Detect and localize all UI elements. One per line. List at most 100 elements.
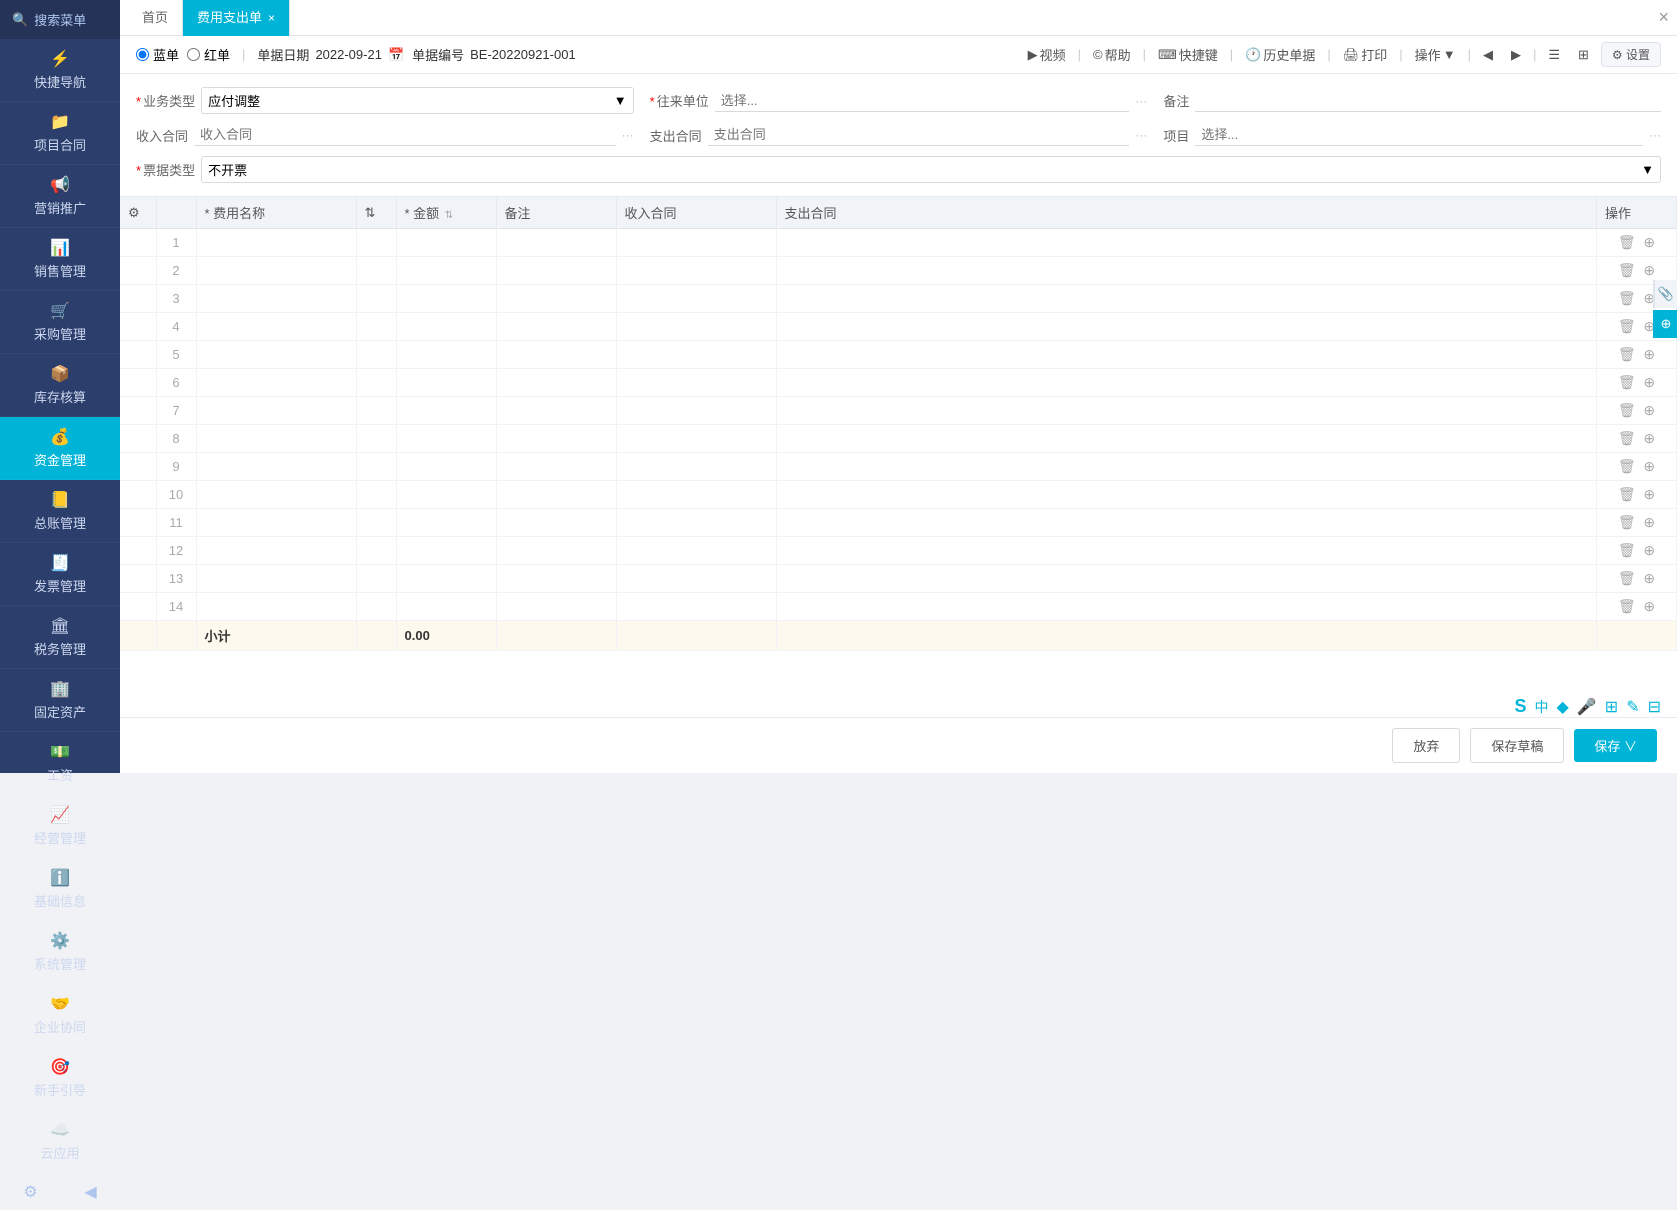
row-income-contract-cell[interactable] bbox=[616, 341, 776, 369]
sidebar-item-capital[interactable]: 💰 资金管理 bbox=[0, 417, 120, 480]
row-note-cell[interactable] bbox=[496, 257, 616, 285]
sidebar-item-salary[interactable]: 💵 工资 bbox=[0, 732, 120, 795]
video-btn[interactable]: ▶ 视频 bbox=[1022, 43, 1072, 66]
sidebar-item-quick-nav[interactable]: ⚡ 快捷导航 bbox=[0, 39, 120, 102]
row-expense-name-cell[interactable] bbox=[196, 509, 356, 537]
list-view-btn[interactable]: ☰ bbox=[1542, 45, 1566, 65]
next-btn[interactable]: ▶ bbox=[1505, 45, 1527, 65]
row-note-cell[interactable] bbox=[496, 369, 616, 397]
delete-icon[interactable]: 🗑 bbox=[1618, 262, 1636, 278]
sidebar-item-ops[interactable]: 📈 经营管理 bbox=[0, 795, 120, 858]
row-amount-cell[interactable] bbox=[396, 341, 496, 369]
delete-icon[interactable]: 🗑 bbox=[1618, 458, 1636, 474]
row-expense-name-cell[interactable] bbox=[196, 229, 356, 257]
date-value[interactable]: 2022-09-21 bbox=[315, 47, 382, 62]
delete-icon[interactable]: 🗑 bbox=[1618, 346, 1636, 362]
row-amount-cell[interactable] bbox=[396, 369, 496, 397]
copy-icon[interactable]: ⊕ bbox=[1643, 430, 1655, 446]
sidebar-item-sales[interactable]: 📊 销售管理 bbox=[0, 228, 120, 291]
row-income-contract-cell[interactable] bbox=[616, 229, 776, 257]
project-input[interactable] bbox=[1195, 124, 1643, 146]
number-value[interactable]: BE-20220921-001 bbox=[470, 47, 576, 62]
row-expense-name-cell[interactable] bbox=[196, 425, 356, 453]
counterpart-input[interactable] bbox=[715, 90, 1130, 112]
tab-expense[interactable]: 费用支出单 × bbox=[183, 0, 290, 36]
red-radio[interactable]: 红单 bbox=[187, 45, 230, 64]
copy-icon[interactable]: ⊕ bbox=[1643, 234, 1655, 250]
income-contract-input[interactable] bbox=[194, 124, 616, 146]
tab-home[interactable]: 首页 bbox=[128, 0, 183, 36]
copy-icon[interactable]: ⊕ bbox=[1643, 486, 1655, 502]
setting-btn[interactable]: ⚙ 设置 bbox=[1601, 42, 1661, 67]
row-note-cell[interactable] bbox=[496, 509, 616, 537]
row-income-contract-cell[interactable] bbox=[616, 285, 776, 313]
row-note-cell[interactable] bbox=[496, 285, 616, 313]
row-expense-contract-cell[interactable] bbox=[776, 313, 1597, 341]
row-income-contract-cell[interactable] bbox=[616, 537, 776, 565]
row-amount-cell[interactable] bbox=[396, 593, 496, 621]
edge-expand-icon[interactable]: ⊕ bbox=[1653, 310, 1677, 338]
sidebar-item-tax[interactable]: 🏛 税务管理 bbox=[0, 606, 120, 669]
delete-icon[interactable]: 🗑 bbox=[1618, 402, 1636, 418]
copy-icon[interactable]: ⊕ bbox=[1643, 402, 1655, 418]
row-expense-name-cell[interactable] bbox=[196, 565, 356, 593]
history-btn[interactable]: 🕐 历史单据 bbox=[1239, 43, 1321, 66]
row-expense-contract-cell[interactable] bbox=[776, 285, 1597, 313]
row-note-cell[interactable] bbox=[496, 341, 616, 369]
sidebar-item-purchase[interactable]: 🛒 采购管理 bbox=[0, 291, 120, 354]
copy-icon[interactable]: ⊕ bbox=[1643, 262, 1655, 278]
sidebar-item-base-info[interactable]: ℹ️ 基础信息 bbox=[0, 858, 120, 921]
row-note-cell[interactable] bbox=[496, 397, 616, 425]
row-note-cell[interactable] bbox=[496, 453, 616, 481]
row-income-contract-cell[interactable] bbox=[616, 509, 776, 537]
col-settings[interactable]: ⚙ bbox=[120, 197, 156, 229]
row-expense-name-cell[interactable] bbox=[196, 397, 356, 425]
tab-close-icon[interactable]: × bbox=[268, 0, 275, 36]
table-icon[interactable]: ⊞ bbox=[1605, 697, 1618, 717]
copy-icon[interactable]: ⊕ bbox=[1643, 346, 1655, 362]
row-note-cell[interactable] bbox=[496, 537, 616, 565]
row-amount-cell[interactable] bbox=[396, 397, 496, 425]
copy-icon[interactable]: ⊕ bbox=[1643, 570, 1655, 586]
row-income-contract-cell[interactable] bbox=[616, 313, 776, 341]
invoice-type-select[interactable]: 不开票 ▼ bbox=[201, 156, 1661, 183]
blue-radio[interactable]: 蓝单 bbox=[136, 45, 179, 64]
delete-icon[interactable]: 🗑 bbox=[1618, 486, 1636, 502]
collapse-icon[interactable]: ◀ bbox=[84, 1182, 96, 1202]
row-income-contract-cell[interactable] bbox=[616, 565, 776, 593]
row-amount-cell[interactable] bbox=[396, 257, 496, 285]
row-amount-cell[interactable] bbox=[396, 565, 496, 593]
row-income-contract-cell[interactable] bbox=[616, 481, 776, 509]
row-note-cell[interactable] bbox=[496, 229, 616, 257]
expense-contract-more-btn[interactable]: ··· bbox=[1135, 128, 1147, 142]
edge-attachment-icon[interactable]: 📎 bbox=[1653, 280, 1677, 308]
shortcut-btn[interactable]: ⌨ 快捷键 bbox=[1152, 43, 1224, 66]
delete-icon[interactable]: 🗑 bbox=[1618, 430, 1636, 446]
delete-icon[interactable]: 🗑 bbox=[1618, 290, 1636, 306]
settings-icon[interactable]: ⚙ bbox=[23, 1182, 37, 1202]
delete-icon[interactable]: 🗑 bbox=[1618, 374, 1636, 390]
copy-icon[interactable]: ⊕ bbox=[1643, 514, 1655, 530]
copy-icon[interactable]: ⊕ bbox=[1643, 542, 1655, 558]
copy-icon[interactable]: ⊕ bbox=[1643, 598, 1655, 614]
row-amount-cell[interactable] bbox=[396, 537, 496, 565]
diamond-icon[interactable]: ◆ bbox=[1557, 697, 1569, 717]
row-income-contract-cell[interactable] bbox=[616, 369, 776, 397]
row-expense-contract-cell[interactable] bbox=[776, 565, 1597, 593]
row-expense-name-cell[interactable] bbox=[196, 285, 356, 313]
row-expense-contract-cell[interactable] bbox=[776, 397, 1597, 425]
row-expense-contract-cell[interactable] bbox=[776, 509, 1597, 537]
sidebar-item-inventory[interactable]: 📦 库存核算 bbox=[0, 354, 120, 417]
income-contract-more-btn[interactable]: ··· bbox=[622, 128, 634, 142]
row-expense-contract-cell[interactable] bbox=[776, 453, 1597, 481]
row-amount-cell[interactable] bbox=[396, 229, 496, 257]
copy-icon[interactable]: ⊕ bbox=[1643, 458, 1655, 474]
row-amount-cell[interactable] bbox=[396, 509, 496, 537]
prev-btn[interactable]: ◀ bbox=[1477, 45, 1499, 65]
sidebar-item-fixed-assets[interactable]: 🏢 固定资产 bbox=[0, 669, 120, 732]
row-expense-name-cell[interactable] bbox=[196, 341, 356, 369]
row-expense-contract-cell[interactable] bbox=[776, 229, 1597, 257]
row-income-contract-cell[interactable] bbox=[616, 453, 776, 481]
row-expense-contract-cell[interactable] bbox=[776, 369, 1597, 397]
col-expense-name[interactable]: * 费用名称 bbox=[196, 197, 356, 229]
